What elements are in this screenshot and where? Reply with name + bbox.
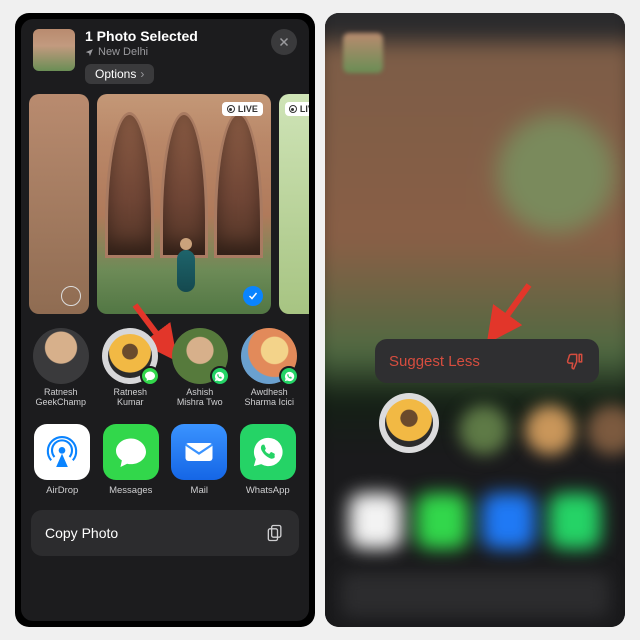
avatar: [241, 328, 297, 384]
contacts-row: Ratnesh GeekChamp Ratnesh Kumar: [21, 314, 309, 416]
action-copy-photo[interactable]: Copy Photo: [31, 510, 299, 556]
focused-contact-avatar[interactable]: [379, 393, 439, 453]
tutorial-screenshot-pair: 1 Photo Selected New Delhi Options ›: [0, 0, 640, 640]
app-label: WhatsApp: [246, 485, 290, 496]
mail-icon: [171, 424, 227, 480]
header-location-text: New Delhi: [98, 46, 148, 58]
thumbs-down-icon: [565, 351, 585, 371]
selected-checkmark[interactable]: [243, 286, 263, 306]
action-label: Copy Photo: [45, 525, 118, 541]
whatsapp-badge-icon: [279, 366, 299, 386]
share-header: 1 Photo Selected New Delhi Options ›: [21, 19, 309, 94]
whatsapp-badge-icon: [210, 366, 230, 386]
avatar: [102, 328, 158, 384]
blurred-apps-row: [349, 493, 601, 549]
live-icon: [289, 105, 297, 113]
apps-row: AirDrop Messages Mail: [21, 416, 309, 500]
header-title: 1 Photo Selected: [85, 29, 261, 44]
chevron-right-icon: ›: [140, 67, 144, 81]
live-label: LIVE: [300, 104, 309, 114]
airdrop-icon: [34, 424, 90, 480]
photo-subject: [177, 250, 195, 292]
app-airdrop[interactable]: AirDrop: [33, 424, 92, 496]
header-thumbnail[interactable]: [33, 29, 75, 71]
messages-badge-icon: [140, 366, 160, 386]
phone-left: 1 Photo Selected New Delhi Options ›: [15, 13, 315, 627]
close-button[interactable]: [271, 29, 297, 55]
options-label: Options: [95, 67, 136, 81]
live-icon: [227, 105, 235, 113]
header-location: New Delhi: [85, 46, 261, 58]
contact-item[interactable]: Ratnesh Kumar: [99, 328, 163, 408]
photo-next[interactable]: LIVE: [279, 94, 309, 314]
photo-strip[interactable]: LIVE LIVE: [21, 94, 309, 314]
contact-item[interactable]: Ashish Mishra Two: [168, 328, 232, 408]
messages-icon: [103, 424, 159, 480]
options-button[interactable]: Options ›: [85, 64, 154, 84]
app-whatsapp[interactable]: WhatsApp: [239, 424, 298, 496]
app-label: Mail: [191, 485, 208, 496]
share-sheet: 1 Photo Selected New Delhi Options ›: [21, 19, 309, 621]
contact-name: Ashish Mishra Two: [177, 388, 223, 408]
photo-content: [105, 112, 263, 258]
live-badge: LIVE: [222, 102, 263, 116]
phone-right: Suggest Less: [325, 13, 625, 627]
app-mail[interactable]: Mail: [170, 424, 229, 496]
photo-selected[interactable]: LIVE: [97, 94, 271, 314]
menu-label: Suggest Less: [389, 353, 480, 370]
contact-name: Ratnesh GeekChamp: [35, 388, 86, 408]
location-icon: [85, 48, 94, 57]
copy-icon: [265, 523, 285, 543]
contact-name: Ratnesh Kumar: [113, 388, 147, 408]
live-label: LIVE: [238, 104, 258, 114]
selection-ring[interactable]: [61, 286, 81, 306]
avatar: [172, 328, 228, 384]
blurred-action-row: [341, 573, 609, 617]
photo-prev[interactable]: [29, 94, 89, 314]
app-messages[interactable]: Messages: [102, 424, 161, 496]
context-menu-suggest-less[interactable]: Suggest Less: [375, 339, 599, 383]
whatsapp-icon: [240, 424, 296, 480]
avatar: [33, 328, 89, 384]
blurred-avatar: [459, 405, 509, 455]
contact-item[interactable]: Ratnesh GeekChamp: [29, 328, 93, 408]
contact-name: Awdhesh Sharma Icici: [244, 388, 294, 408]
contact-item[interactable]: Awdhesh Sharma Icici: [238, 328, 302, 408]
blurred-thumbnail: [343, 33, 383, 73]
header-text: 1 Photo Selected New Delhi Options ›: [85, 29, 261, 84]
memoji-icon: [385, 399, 433, 447]
live-badge: LIVE: [285, 102, 309, 116]
app-label: Messages: [109, 485, 152, 496]
app-label: AirDrop: [46, 485, 78, 496]
blurred-avatar: [525, 405, 575, 455]
